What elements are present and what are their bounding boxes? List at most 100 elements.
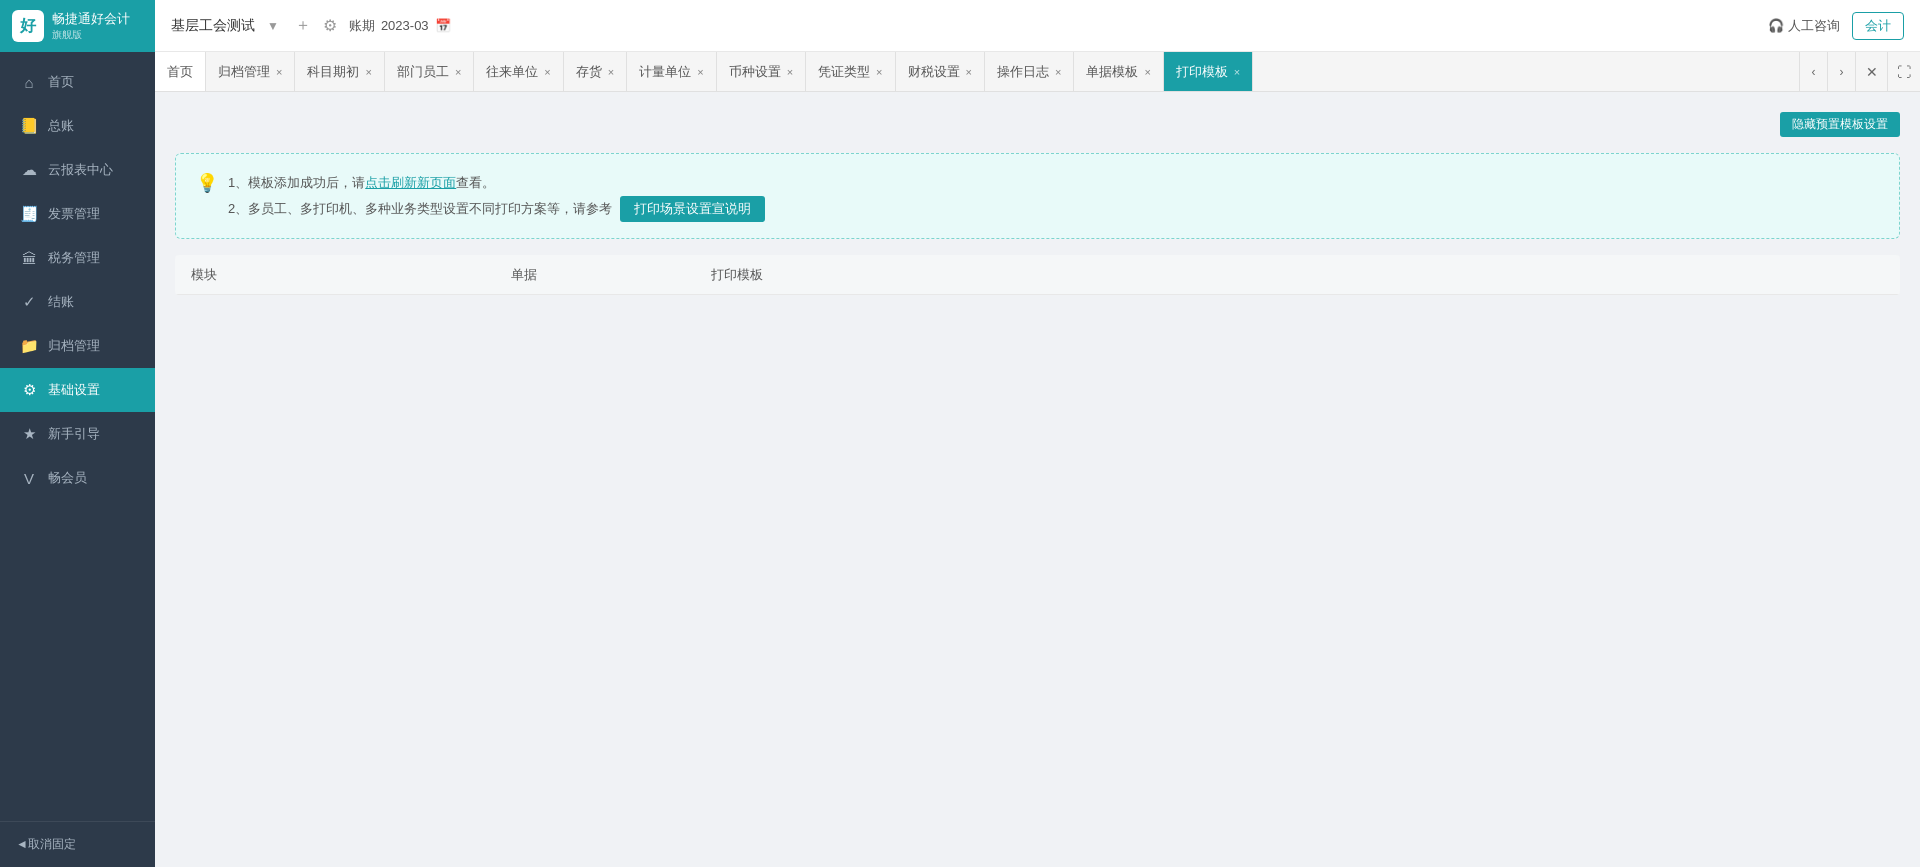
refresh-link[interactable]: 点击刷新新页面 [365,175,456,190]
sidebar-item-basic[interactable]: ⚙ 基础设置 [0,368,155,412]
sidebar-item-archive[interactable]: 📁归档管理 [0,324,155,368]
col-module-header: 模块 [175,266,495,284]
tab-close-measure-unit[interactable]: × [697,66,703,78]
tab-label-single-template: 单据模板 [1086,63,1138,81]
tab-subject-init[interactable]: 科目期初 × [295,52,384,92]
topbar-right: 🎧 人工咨询 会计 [1768,12,1904,40]
sidebar-item-label-tax: 税务管理 [48,249,100,267]
tab-currency[interactable]: 币种设置 × [717,52,806,92]
tab-close-all-button[interactable]: ✕ [1856,52,1888,92]
sidebar: 好 畅捷通好会计 旗舰版 ⌂ 首页 📒 总账 ☁ 云报表中心 🧾发票管理 🏛 税务管理 ✓ 结账 📁归… [0,0,155,867]
logo-icon: 好 [12,10,44,42]
tab-archive-mgmt[interactable]: 归档管理 × [206,52,295,92]
topbar: 基层工会测试 ▼ ＋ ⚙ 账期 2023-03 📅 🎧 人工咨询 会计 [155,0,1920,52]
tab-close-archive-mgmt[interactable]: × [276,66,282,78]
tab-label-print-template: 打印模板 [1176,63,1228,81]
tab-tax-settings[interactable]: 财税设置 × [896,52,985,92]
period-selector[interactable]: 账期 2023-03 📅 [349,17,451,35]
sidebar-item-ledger[interactable]: 📒 总账 [0,104,155,148]
settings-icon[interactable]: ⚙ [323,16,337,35]
tab-partners[interactable]: 往来单位 × [474,52,563,92]
info-line-2: 2、多员工、多打印机、多种业务类型设置不同打印方案等，请参考 打印场景设置宣说明 [228,196,765,222]
company-name: 基层工会测试 [171,17,255,35]
info-line-1: 1、模板添加成功后，请点击刷新新页面查看。 [228,170,765,196]
tab-single-template[interactable]: 单据模板 × [1074,52,1163,92]
tabbar-controls: ‹ › ✕ ⛶ [1799,52,1920,92]
calendar-icon: 📅 [435,18,451,33]
tab-expand-button[interactable]: ⛶ [1888,52,1920,92]
tab-label-dept-staff: 部门员工 [397,63,449,81]
info-banner: 💡 1、模板添加成功后，请点击刷新新页面查看。 2、多员工、多打印机、多种业务类… [175,153,1900,239]
sidebar-item-label-checkout: 结账 [48,293,74,311]
tab-close-op-log[interactable]: × [1055,66,1061,78]
tab-print-template[interactable]: 打印模板 × [1164,52,1253,92]
help-button[interactable]: 🎧 人工咨询 [1768,17,1840,35]
member-nav-icon: V [20,470,38,487]
tab-label-home: 首页 [167,63,193,81]
sidebar-item-label-home: 首页 [48,73,74,91]
tab-next-button[interactable]: › [1828,52,1856,92]
sidebar-item-reports[interactable]: ☁ 云报表中心 [0,148,155,192]
tab-close-partners[interactable]: × [544,66,550,78]
tab-close-tax-settings[interactable]: × [966,66,972,78]
hide-template-button[interactable]: 隐藏预置模板设置 [1780,112,1900,137]
sidebar-item-member[interactable]: V畅会员 [0,456,155,500]
company-dropdown-arrow[interactable]: ▼ [267,19,279,33]
tab-label-currency: 币种设置 [729,63,781,81]
ledger-nav-icon: 📒 [20,117,38,135]
tab-measure-unit[interactable]: 计量单位 × [627,52,716,92]
print-guide-button[interactable]: 打印场景设置宣说明 [620,196,765,222]
sidebar-item-checkout[interactable]: ✓ 结账 [0,280,155,324]
tab-close-subject-init[interactable]: × [365,66,371,78]
tab-close-voucher-type[interactable]: × [876,66,882,78]
content-area: 隐藏预置模板设置 💡 1、模板添加成功后，请点击刷新新页面查看。 2、多员工、多… [155,92,1920,867]
table-header: 模块 单据 打印模板 [175,255,1900,295]
tabbar: 首页 归档管理 × 科目期初 × 部门员工 × 往来单位 × 存货 × 计量单位 × 币种设置 × 凭证类型 ×… [155,52,1920,92]
sidebar-nav: ⌂ 首页 📒 总账 ☁ 云报表中心 🧾发票管理 🏛 税务管理 ✓ 结账 📁归档管理 ⚙ 基础设置 ★ 新手引导… [0,52,155,821]
sidebar-item-guide[interactable]: ★ 新手引导 [0,412,155,456]
tab-label-voucher-type: 凭证类型 [818,63,870,81]
tab-dept-staff[interactable]: 部门员工 × [385,52,474,92]
tab-label-archive-mgmt: 归档管理 [218,63,270,81]
sidebar-item-invoice[interactable]: 🧾发票管理 [0,192,155,236]
archive-nav-icon: 📁 [20,337,38,355]
sidebar-item-tax[interactable]: 🏛 税务管理 [0,236,155,280]
unpin-button[interactable]: ◄取消固定 [0,821,155,867]
add-company-button[interactable]: ＋ [295,15,311,36]
headset-icon: 🎧 [1768,18,1784,33]
tab-label-partners: 往来单位 [486,63,538,81]
col-doc-header: 单据 [495,266,695,284]
tab-inventory[interactable]: 存货 × [564,52,627,92]
sidebar-item-label-ledger: 总账 [48,117,74,135]
col-template-header: 打印模板 [695,266,1900,284]
tab-close-single-template[interactable]: × [1144,66,1150,78]
home-nav-icon: ⌂ [20,74,38,91]
tab-close-print-template[interactable]: × [1234,66,1240,78]
tab-label-measure-unit: 计量单位 [639,63,691,81]
tab-op-log[interactable]: 操作日志× [985,52,1074,92]
tab-label-tax-settings: 财税设置 [908,63,960,81]
sidebar-item-label-reports: 云报表中心 [48,161,113,179]
info-banner-text: 1、模板添加成功后，请点击刷新新页面查看。 2、多员工、多打印机、多种业务类型设… [228,170,765,222]
tax-nav-icon: 🏛 [20,250,38,267]
sidebar-item-label-guide: 新手引导 [48,425,100,443]
guide-nav-icon: ★ [20,425,38,443]
sidebar-item-home[interactable]: ⌂ 首页 [0,60,155,104]
tab-prev-button[interactable]: ‹ [1800,52,1828,92]
reports-nav-icon: ☁ [20,161,38,179]
account-button[interactable]: 会计 [1852,12,1904,40]
tab-close-dept-staff[interactable]: × [455,66,461,78]
tab-label-inventory: 存货 [576,63,602,81]
tab-close-currency[interactable]: × [787,66,793,78]
sidebar-item-label-basic: 基础设置 [48,381,100,399]
tab-home[interactable]: 首页 [155,52,206,92]
main-area: 基层工会测试 ▼ ＋ ⚙ 账期 2023-03 📅 🎧 人工咨询 会计 首页归档… [155,0,1920,867]
print-template-table: 模块 单据 打印模板 [175,255,1900,295]
tab-close-inventory[interactable]: × [608,66,614,78]
tab-voucher-type[interactable]: 凭证类型 × [806,52,895,92]
tab-label-subject-init: 科目期初 [307,63,359,81]
logo: 好 畅捷通好会计 旗舰版 [0,0,155,52]
basic-nav-icon: ⚙ [20,381,38,399]
checkout-nav-icon: ✓ [20,293,38,311]
logo-text: 畅捷通好会计 旗舰版 [52,11,130,41]
